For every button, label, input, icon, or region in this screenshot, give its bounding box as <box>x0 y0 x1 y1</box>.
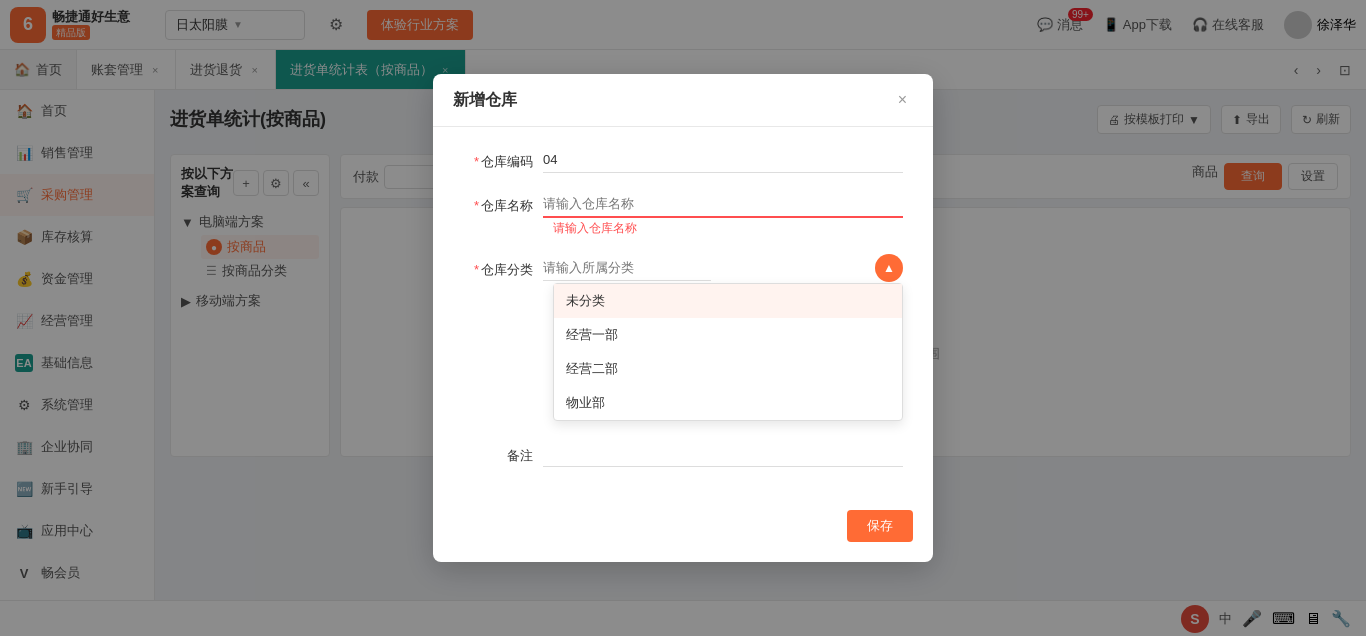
category-dropdown-list: 未分类 经营一部 经营二部 物业部 <box>553 283 903 421</box>
modal-title: 新增仓库 <box>453 90 517 111</box>
code-input[interactable] <box>543 147 903 173</box>
dropdown-item-dept2[interactable]: 经营二部 <box>554 352 902 386</box>
name-label: *仓库名称 <box>463 191 543 215</box>
dropdown-item-dept1[interactable]: 经营一部 <box>554 318 902 352</box>
name-error-msg: 请输入仓库名称 <box>553 221 637 235</box>
add-warehouse-modal: 新增仓库 × *仓库编码 *仓库名称 请输入仓库名称 *仓库分类 <box>433 74 933 562</box>
category-label: *仓库分类 <box>463 255 543 279</box>
category-field-row: *仓库分类 ▲ 未分类 经营一部 经营二部 物业部 <box>463 255 903 281</box>
category-dropdown-btn[interactable]: ▲ <box>875 254 903 282</box>
code-field-row: *仓库编码 <box>463 147 903 173</box>
save-btn[interactable]: 保存 <box>847 510 913 542</box>
notes-field-row: 备注 <box>463 441 903 467</box>
name-input[interactable] <box>543 191 903 218</box>
dropdown-item-unclassified[interactable]: 未分类 <box>554 284 902 318</box>
modal-footer: 保存 <box>433 500 933 562</box>
notes-input[interactable] <box>543 441 903 467</box>
category-input[interactable] <box>543 255 711 281</box>
arrow-up-icon: ▲ <box>883 261 895 275</box>
name-field-row: *仓库名称 请输入仓库名称 <box>463 191 903 237</box>
category-field-wrapper: ▲ <box>543 255 903 281</box>
code-label: *仓库编码 <box>463 147 543 171</box>
modal-close-btn[interactable]: × <box>892 89 913 111</box>
modal-header: 新增仓库 × <box>433 74 933 127</box>
modal-body: *仓库编码 *仓库名称 请输入仓库名称 *仓库分类 <box>433 127 933 500</box>
notes-label: 备注 <box>463 441 543 465</box>
dropdown-item-dept3[interactable]: 物业部 <box>554 386 902 420</box>
